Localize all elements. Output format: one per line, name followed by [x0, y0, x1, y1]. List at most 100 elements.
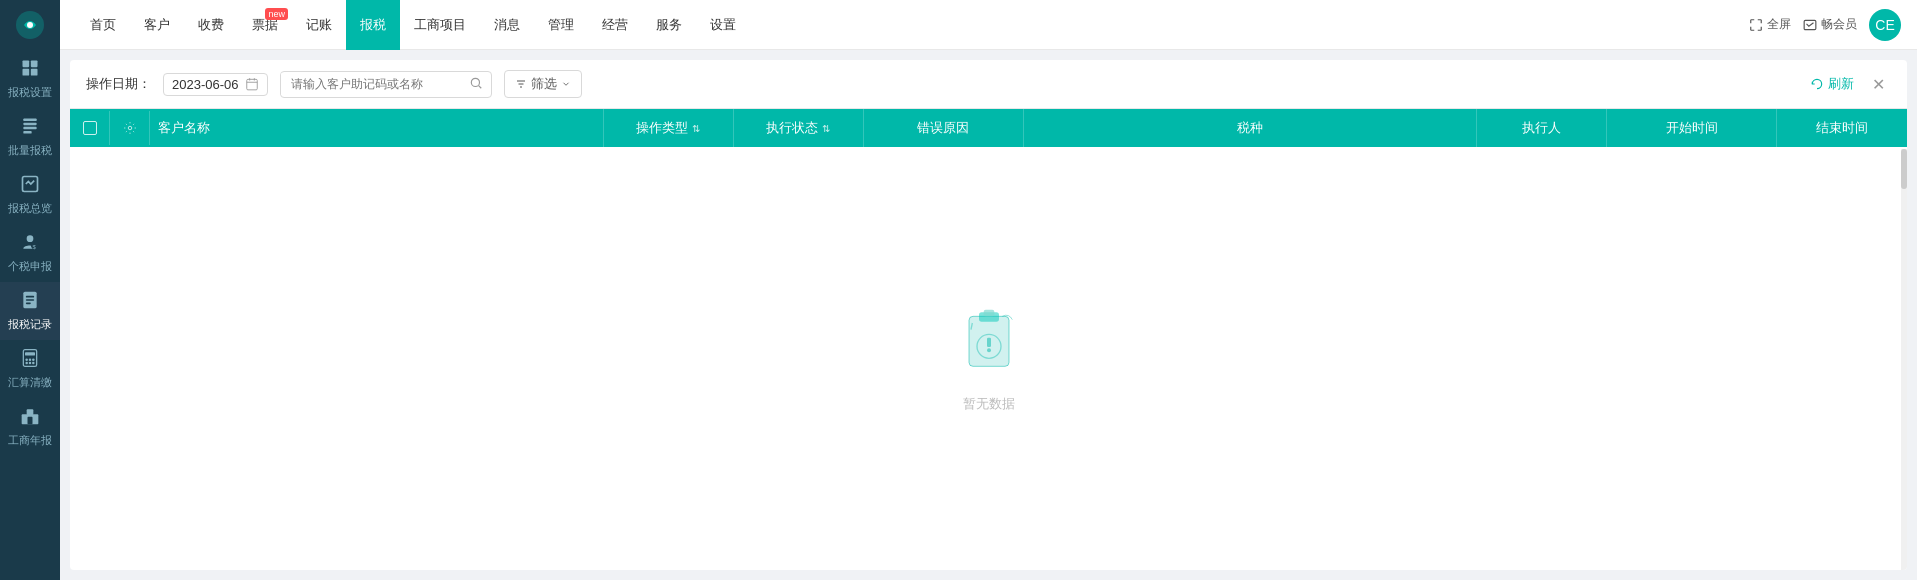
th-client-name: 客户名称	[150, 109, 604, 147]
date-label: 操作日期：	[86, 75, 151, 93]
empty-state: 暂无数据	[909, 263, 1069, 453]
svg-rect-19	[25, 352, 35, 355]
filter-button[interactable]: 筛选	[504, 70, 582, 98]
calc-tax-icon	[20, 348, 40, 373]
sidebar: 报税设置 批量报税 报税总览 $	[0, 0, 60, 580]
search-input[interactable]	[281, 73, 461, 95]
sidebar-item-label: 汇算清缴	[8, 375, 52, 390]
tax-overview-icon	[20, 174, 40, 199]
fullscreen-icon	[1749, 18, 1763, 32]
sidebar-item-annual-report[interactable]: 工商年报	[0, 398, 60, 456]
svg-rect-4	[23, 69, 30, 76]
sidebar-item-label: 报税设置	[8, 85, 52, 100]
sidebar-item-batch-tax[interactable]: 批量报税	[0, 108, 60, 166]
nav-tax[interactable]: 报税	[346, 0, 400, 50]
svg-point-11	[27, 235, 34, 242]
calendar-icon	[245, 77, 259, 91]
empty-text: 暂无数据	[963, 395, 1015, 413]
th-exec-status[interactable]: 执行状态 ⇅	[734, 109, 864, 147]
svg-rect-5	[31, 69, 38, 76]
nav-account[interactable]: 记账	[292, 0, 346, 50]
nav-operation[interactable]: 经营	[588, 0, 642, 50]
top-navigation: 首页 客户 收费 票据 new 记账 报税 工商项目 消息	[60, 0, 1917, 50]
svg-point-23	[25, 362, 28, 365]
date-picker[interactable]: 2023-06-06	[163, 73, 268, 96]
th-executor: 执行人	[1477, 109, 1607, 147]
tax-settings-icon	[20, 58, 40, 83]
nav-service[interactable]: 服务	[642, 0, 696, 50]
svg-point-32	[128, 126, 132, 130]
annual-report-icon	[20, 406, 40, 431]
svg-rect-8	[23, 127, 36, 129]
svg-rect-15	[26, 296, 34, 298]
empty-illustration	[949, 303, 1029, 383]
sidebar-item-label: 报税记录	[8, 317, 52, 332]
th-end-time: 结束时间	[1777, 109, 1907, 147]
main-area: 首页 客户 收费 票据 new 记账 报税 工商项目 消息	[60, 0, 1917, 580]
content-area: 操作日期： 2023-06-06	[60, 50, 1917, 580]
svg-rect-6	[23, 119, 36, 122]
svg-rect-9	[23, 131, 31, 134]
nav-invoice[interactable]: 票据 new	[238, 0, 292, 50]
svg-point-25	[32, 362, 35, 365]
sidebar-item-label: 工商年报	[8, 433, 52, 448]
nav-billing[interactable]: 收费	[184, 0, 238, 50]
table-header: 客户名称 操作类型 ⇅ 执行状态 ⇅ 错误原因 税种 执行人	[70, 109, 1907, 147]
th-tax-type: 税种	[1024, 109, 1478, 147]
sidebar-item-tax-settings[interactable]: 报税设置	[0, 50, 60, 108]
refresh-button[interactable]: 刷新	[1810, 75, 1854, 93]
th-start-time: 开始时间	[1607, 109, 1777, 147]
sidebar-item-personal-tax[interactable]: $ 个税申报	[0, 224, 60, 282]
svg-point-39	[987, 348, 991, 352]
svg-rect-7	[23, 123, 36, 126]
sidebar-item-label: 报税总览	[8, 201, 52, 216]
svg-point-21	[29, 358, 32, 361]
member-btn[interactable]: 畅会员	[1803, 16, 1857, 33]
svg-rect-28	[28, 417, 33, 425]
tax-records-icon	[20, 290, 40, 315]
chevron-down-icon	[561, 79, 571, 89]
search-button[interactable]	[461, 72, 491, 97]
sidebar-item-label: 批量报税	[8, 143, 52, 158]
svg-rect-30	[246, 79, 257, 90]
nav-business[interactable]: 工商项目	[400, 0, 480, 50]
member-icon	[1803, 18, 1817, 32]
nav-manage[interactable]: 管理	[534, 0, 588, 50]
sidebar-item-calc-tax[interactable]: 汇算清缴	[0, 340, 60, 398]
th-op-type[interactable]: 操作类型 ⇅	[604, 109, 734, 147]
user-avatar[interactable]: CE	[1869, 9, 1901, 41]
th-error-reason: 错误原因	[864, 109, 1024, 147]
sidebar-item-tax-overview[interactable]: 报税总览	[0, 166, 60, 224]
new-badge: new	[265, 8, 288, 21]
fullscreen-btn[interactable]: 全屏	[1749, 16, 1791, 33]
nav-customer[interactable]: 客户	[130, 0, 184, 50]
sort-icon: ⇅	[692, 123, 700, 134]
svg-rect-3	[31, 61, 38, 68]
svg-rect-38	[987, 337, 991, 346]
close-button[interactable]: ✕	[1866, 73, 1891, 96]
data-table: 客户名称 操作类型 ⇅ 执行状态 ⇅ 错误原因 税种 执行人	[70, 109, 1907, 570]
search-box[interactable]	[280, 71, 492, 98]
toolbar: 操作日期： 2023-06-06	[70, 60, 1907, 109]
topnav-right: 全屏 畅会员 CE	[1749, 9, 1901, 41]
nav-home[interactable]: 首页	[76, 0, 130, 50]
settings-icon	[123, 121, 137, 135]
svg-point-22	[32, 358, 35, 361]
select-all-checkbox[interactable]	[83, 121, 97, 135]
nav-message[interactable]: 消息	[480, 0, 534, 50]
sidebar-item-tax-records[interactable]: 报税记录	[0, 282, 60, 340]
scrollbar-thumb[interactable]	[1901, 149, 1907, 189]
filter-icon	[515, 78, 527, 90]
svg-point-31	[471, 78, 479, 86]
nav-items: 首页 客户 收费 票据 new 记账 报税 工商项目 消息	[76, 0, 1749, 50]
svg-point-24	[29, 362, 32, 365]
svg-rect-16	[26, 299, 34, 301]
nav-settings[interactable]: 设置	[696, 0, 750, 50]
batch-tax-icon	[20, 116, 40, 141]
svg-rect-27	[27, 409, 34, 415]
table-body: 暂无数据	[70, 147, 1907, 568]
sidebar-logo	[0, 0, 60, 50]
sidebar-item-label: 个税申报	[8, 259, 52, 274]
search-icon	[469, 76, 483, 90]
th-checkbox[interactable]	[70, 111, 110, 145]
